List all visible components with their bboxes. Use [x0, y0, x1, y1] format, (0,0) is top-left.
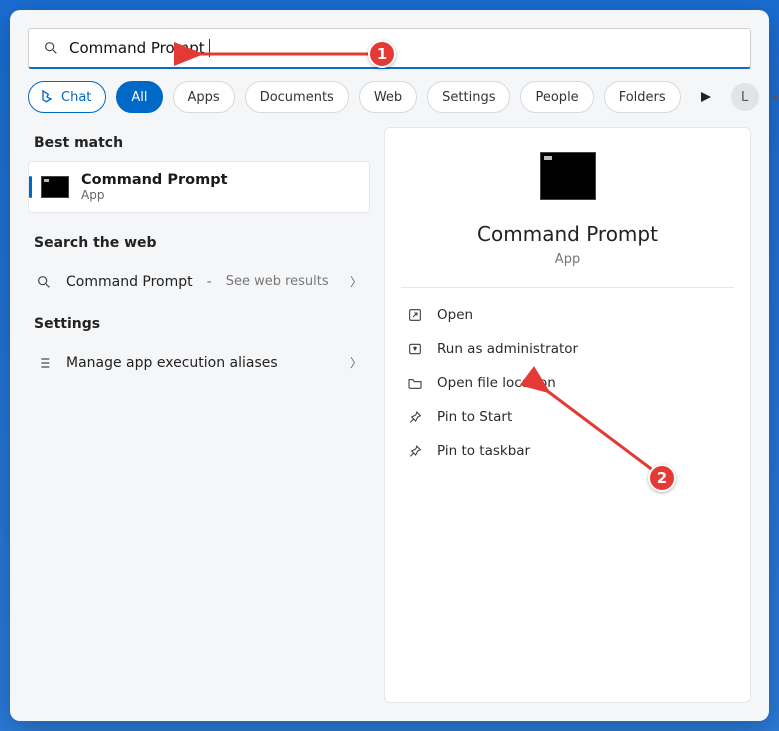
- pin-icon: [407, 443, 423, 459]
- filter-folders[interactable]: Folders: [604, 81, 681, 113]
- search-icon: [36, 274, 52, 290]
- divider: [401, 287, 734, 288]
- shield-icon: [407, 341, 423, 357]
- settings-row[interactable]: Manage app execution aliases 〉: [28, 342, 370, 383]
- chat-chip[interactable]: Chat: [28, 81, 106, 113]
- command-prompt-icon: [540, 152, 596, 200]
- filter-documents[interactable]: Documents: [245, 81, 349, 113]
- filter-row: Chat All Apps Documents Web Settings Peo…: [10, 69, 769, 127]
- filter-people[interactable]: People: [520, 81, 593, 113]
- best-match-result[interactable]: Command Prompt App: [28, 161, 370, 213]
- filter-all[interactable]: All: [116, 81, 162, 113]
- search-web-label: Search the web: [28, 227, 370, 261]
- pin-icon: [407, 409, 423, 425]
- best-match-label: Best match: [28, 127, 370, 161]
- filter-more-arrow[interactable]: [691, 81, 721, 113]
- search-icon: [43, 40, 59, 56]
- best-match-subtitle: App: [81, 188, 228, 202]
- web-result-term: Command Prompt: [66, 274, 193, 290]
- settings-label: Settings: [28, 308, 370, 342]
- chevron-right-icon: 〉: [350, 354, 362, 371]
- best-match-title: Command Prompt: [81, 172, 228, 188]
- app-subtitle: App: [555, 252, 580, 267]
- app-title: Command Prompt: [477, 222, 658, 246]
- web-result-hint: See web results: [226, 274, 329, 289]
- app-hero: Command Prompt App: [405, 152, 730, 267]
- filter-settings[interactable]: Settings: [427, 81, 510, 113]
- chat-label: Chat: [61, 90, 91, 105]
- command-prompt-icon: [41, 176, 69, 198]
- chevron-right-icon: 〉: [350, 273, 362, 290]
- list-settings-icon: [36, 355, 52, 371]
- filter-web[interactable]: Web: [359, 81, 417, 113]
- folder-icon: [407, 375, 423, 391]
- bing-icon: [39, 89, 55, 105]
- action-open[interactable]: Open: [405, 298, 730, 332]
- results-column: Best match Command Prompt App Search the…: [28, 127, 370, 703]
- web-result-row[interactable]: Command Prompt - See web results 〉: [28, 261, 370, 302]
- user-avatar[interactable]: L: [731, 83, 759, 111]
- action-run-as-administrator[interactable]: Run as administrator: [405, 332, 730, 366]
- search-panel: Command Prompt Chat All Apps Documents W…: [10, 10, 769, 721]
- play-icon: [701, 92, 711, 102]
- settings-row-label: Manage app execution aliases: [66, 355, 278, 371]
- annotation-arrow-1: [190, 42, 390, 66]
- more-icon[interactable]: •••: [771, 88, 779, 107]
- filter-apps[interactable]: Apps: [173, 81, 235, 113]
- annotation-arrow-2: [538, 382, 678, 492]
- search-query: Command Prompt: [69, 39, 205, 57]
- open-icon: [407, 307, 423, 323]
